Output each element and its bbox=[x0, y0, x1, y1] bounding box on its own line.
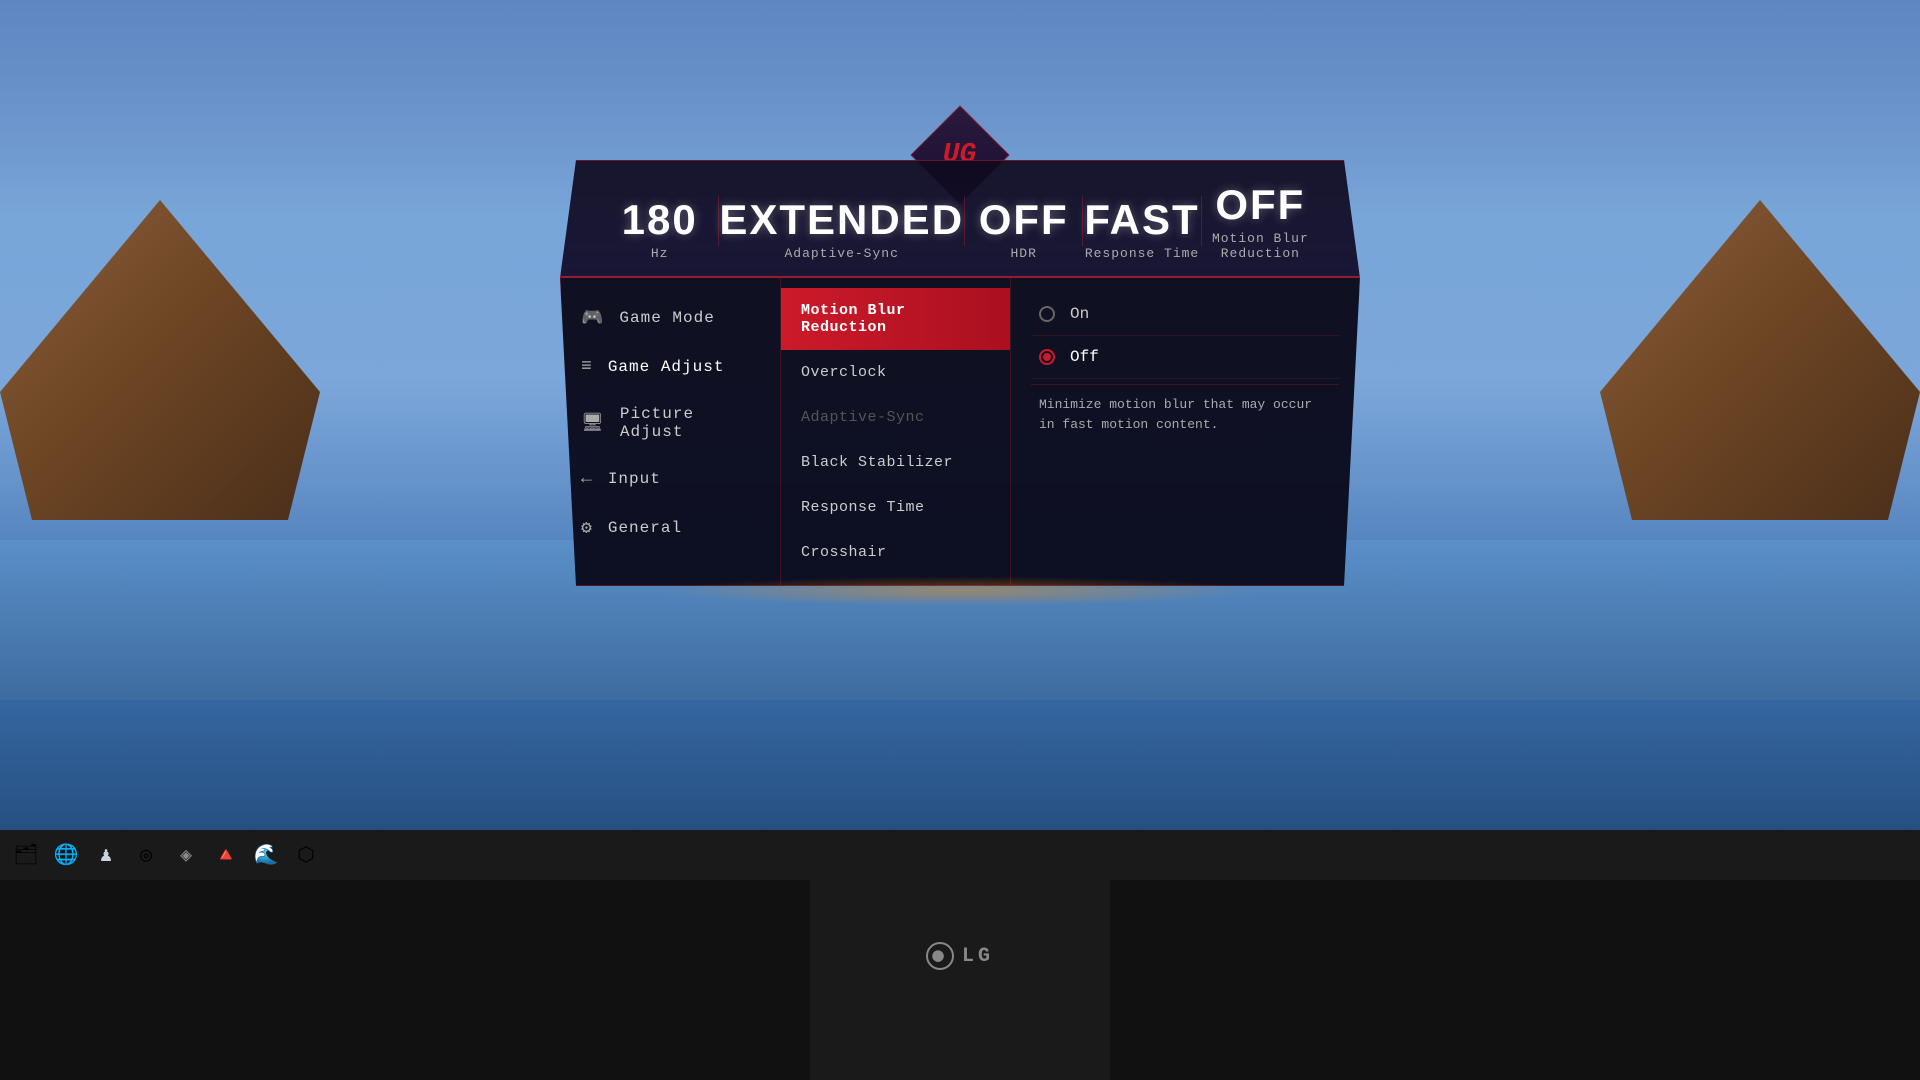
motion-blur-label: Motion Blur Reduction bbox=[1202, 231, 1319, 261]
taskbar-obs-icon[interactable]: ⬡ bbox=[288, 837, 324, 873]
monitor-bezel: ⬤ LG bbox=[0, 880, 1920, 1080]
adaptive-sync-value: EXTENDED bbox=[719, 196, 964, 244]
general-icon: ⚙ bbox=[581, 517, 593, 539]
option-off-label: Off bbox=[1070, 348, 1099, 366]
taskbar: 🗂 🌐 ♟ ◎ ◈ 🔺 🌊 ⬡ bbox=[0, 830, 1920, 880]
sidebar-item-game-adjust[interactable]: ≡ Game Adjust bbox=[561, 343, 780, 391]
option-off[interactable]: Off bbox=[1031, 336, 1339, 379]
sidebar-item-picture-adjust[interactable]: 🖥 Picture Adjust bbox=[561, 391, 780, 455]
status-response-time: FAST Response Time bbox=[1083, 196, 1200, 261]
osd-main-menu: 🎮 Game Mode ≡ Game Adjust 🖥 Picture Adju… bbox=[560, 278, 1360, 586]
taskbar-files-icon[interactable]: 🗂 bbox=[8, 837, 44, 873]
taskbar-ubisoft-icon[interactable]: ◎ bbox=[128, 837, 164, 873]
game-mode-icon: 🎮 bbox=[581, 307, 604, 329]
general-label: General bbox=[608, 519, 682, 537]
osd-submenu-panel: Motion Blur Reduction Overclock Adaptive… bbox=[781, 278, 1011, 585]
input-label: Input bbox=[608, 470, 661, 488]
taskbar-chrome-icon[interactable]: 🌐 bbox=[48, 837, 84, 873]
osd-options-panel: On Off Minimize motion blur that may occ… bbox=[1011, 278, 1359, 585]
picture-adjust-icon: 🖥 bbox=[581, 412, 605, 434]
lg-brand-text: LG bbox=[962, 945, 994, 968]
sidebar-item-general[interactable]: ⚙ General bbox=[561, 503, 780, 553]
submenu-response-time[interactable]: Response Time bbox=[781, 485, 1010, 530]
game-mode-label: Game Mode bbox=[619, 309, 714, 327]
game-adjust-icon: ≡ bbox=[581, 357, 593, 377]
submenu-motion-blur-reduction[interactable]: Motion Blur Reduction bbox=[781, 288, 1010, 350]
adaptive-sync-label: Adaptive-Sync bbox=[719, 246, 964, 261]
radio-off bbox=[1039, 349, 1055, 365]
menu-glow bbox=[660, 576, 1260, 606]
response-time-value: FAST bbox=[1083, 196, 1200, 244]
motion-blur-value: OFF bbox=[1202, 181, 1319, 229]
osd-nav-panel: 🎮 Game Mode ≡ Game Adjust 🖥 Picture Adju… bbox=[561, 278, 781, 585]
submenu-black-stabilizer[interactable]: Black Stabilizer bbox=[781, 440, 1010, 485]
status-adaptive-sync: EXTENDED Adaptive-Sync bbox=[719, 196, 964, 261]
option-description: Minimize motion blur that may occur in f… bbox=[1031, 384, 1339, 444]
input-icon: ← bbox=[581, 469, 593, 489]
lg-brand-logo: ⬤ LG bbox=[926, 942, 994, 970]
osd-menu-container: UG 180 Hz EXTENDED Adaptive-Sync OFF HDR… bbox=[560, 160, 1360, 586]
picture-adjust-label: Picture Adjust bbox=[620, 405, 760, 441]
submenu-overclock[interactable]: Overclock bbox=[781, 350, 1010, 395]
refresh-rate-value: 180 bbox=[601, 196, 718, 244]
taskbar-epic-icon[interactable]: ◈ bbox=[168, 837, 204, 873]
submenu-crosshair[interactable]: Crosshair bbox=[781, 530, 1010, 575]
osd-status-bar: 180 Hz EXTENDED Adaptive-Sync OFF HDR FA… bbox=[560, 160, 1360, 278]
status-motion-blur: OFF Motion Blur Reduction bbox=[1202, 181, 1319, 261]
hdr-value: OFF bbox=[965, 196, 1082, 244]
radio-on bbox=[1039, 306, 1055, 322]
refresh-rate-label: Hz bbox=[601, 246, 718, 261]
status-hdr: OFF HDR bbox=[965, 196, 1082, 261]
submenu-adaptive-sync: Adaptive-Sync bbox=[781, 395, 1010, 440]
taskbar-steam-icon[interactable]: ♟ bbox=[88, 837, 124, 873]
option-on[interactable]: On bbox=[1031, 293, 1339, 336]
option-on-label: On bbox=[1070, 305, 1089, 323]
sidebar-item-input[interactable]: ← Input bbox=[561, 455, 780, 503]
monitor-stand bbox=[810, 880, 1110, 1080]
status-refresh-rate: 180 Hz bbox=[601, 196, 718, 261]
game-adjust-label: Game Adjust bbox=[608, 358, 725, 376]
hdr-label: HDR bbox=[965, 246, 1082, 261]
taskbar-rdr-icon[interactable]: 🔺 bbox=[208, 837, 244, 873]
sidebar-item-game-mode[interactable]: 🎮 Game Mode bbox=[561, 293, 780, 343]
taskbar-edge-icon[interactable]: 🌊 bbox=[248, 837, 284, 873]
lg-circle-icon: ⬤ bbox=[926, 942, 954, 970]
response-time-label: Response Time bbox=[1083, 246, 1200, 261]
